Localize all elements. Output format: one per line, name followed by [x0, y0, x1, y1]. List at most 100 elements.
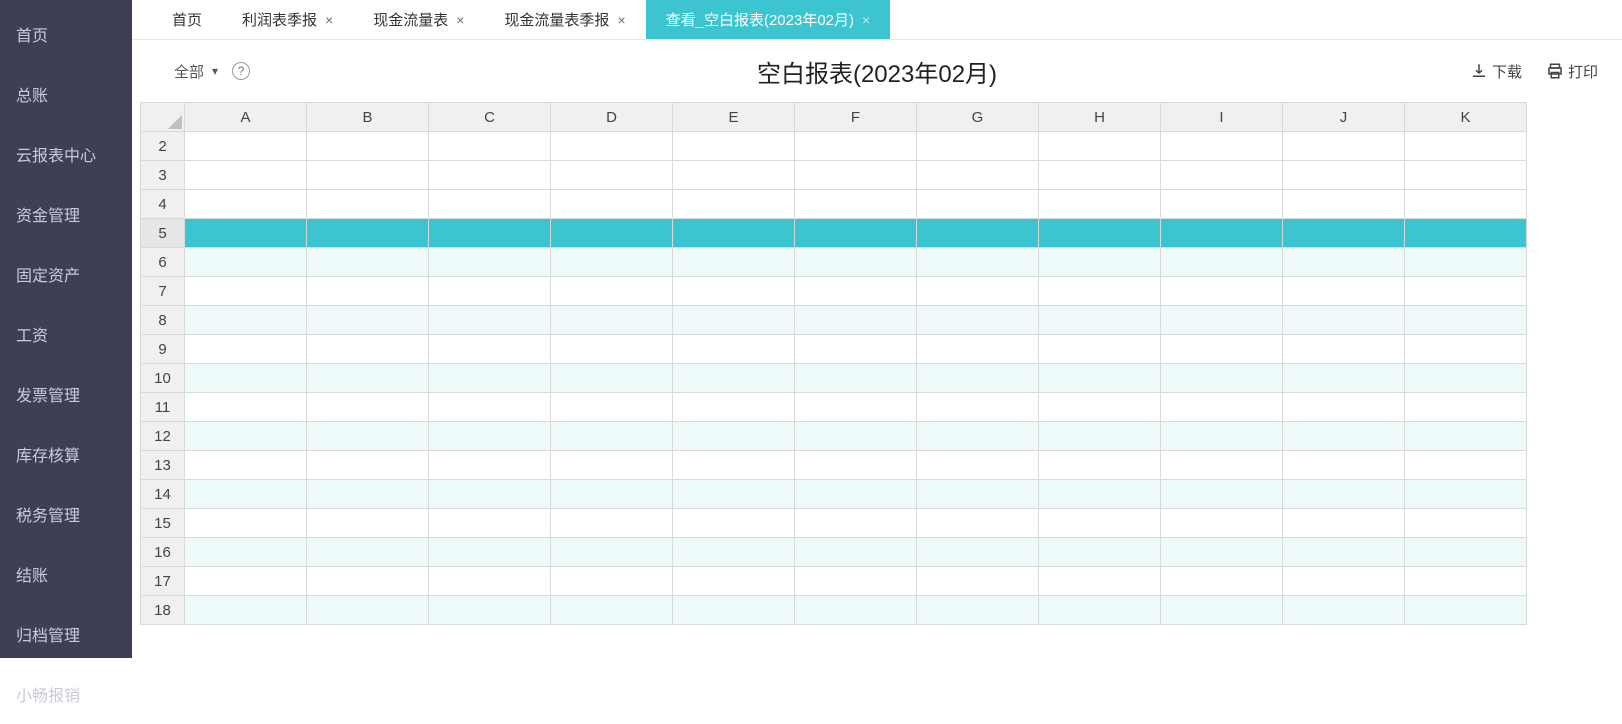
cell-H13[interactable] [1039, 451, 1161, 480]
cell-I11[interactable] [1161, 393, 1283, 422]
cell-K16[interactable] [1405, 538, 1527, 567]
cell-E18[interactable] [673, 596, 795, 625]
cell-C9[interactable] [429, 335, 551, 364]
sidebar-item-6[interactable]: 发票管理 [0, 364, 132, 424]
cell-F12[interactable] [795, 422, 917, 451]
row-header-10[interactable]: 10 [141, 364, 185, 393]
column-header-C[interactable]: C [429, 103, 551, 132]
cell-K9[interactable] [1405, 335, 1527, 364]
column-header-K[interactable]: K [1405, 103, 1527, 132]
cell-H12[interactable] [1039, 422, 1161, 451]
cell-D9[interactable] [551, 335, 673, 364]
cell-A5[interactable] [185, 219, 307, 248]
cell-F11[interactable] [795, 393, 917, 422]
cell-H7[interactable] [1039, 277, 1161, 306]
cell-D8[interactable] [551, 306, 673, 335]
cell-J12[interactable] [1283, 422, 1405, 451]
cell-K5[interactable] [1405, 219, 1527, 248]
cell-E16[interactable] [673, 538, 795, 567]
help-icon[interactable]: ? [232, 62, 250, 80]
cell-C7[interactable] [429, 277, 551, 306]
row-header-4[interactable]: 4 [141, 190, 185, 219]
sidebar-item-1[interactable]: 总账 [0, 64, 132, 124]
cell-H18[interactable] [1039, 596, 1161, 625]
row-header-3[interactable]: 3 [141, 161, 185, 190]
cell-D12[interactable] [551, 422, 673, 451]
row-header-15[interactable]: 15 [141, 509, 185, 538]
cell-B4[interactable] [307, 190, 429, 219]
cell-D11[interactable] [551, 393, 673, 422]
cell-B10[interactable] [307, 364, 429, 393]
cell-A11[interactable] [185, 393, 307, 422]
sidebar-item-11[interactable]: 小畅报销 [0, 664, 132, 724]
cell-H9[interactable] [1039, 335, 1161, 364]
column-header-J[interactable]: J [1283, 103, 1405, 132]
cell-C14[interactable] [429, 480, 551, 509]
cell-I18[interactable] [1161, 596, 1283, 625]
cell-C5[interactable] [429, 219, 551, 248]
print-button[interactable]: 打印 [1546, 61, 1598, 82]
cell-A4[interactable] [185, 190, 307, 219]
row-header-16[interactable]: 16 [141, 538, 185, 567]
row-header-17[interactable]: 17 [141, 567, 185, 596]
cell-D15[interactable] [551, 509, 673, 538]
row-header-6[interactable]: 6 [141, 248, 185, 277]
cell-B8[interactable] [307, 306, 429, 335]
cell-H5[interactable] [1039, 219, 1161, 248]
cell-J4[interactable] [1283, 190, 1405, 219]
cell-B6[interactable] [307, 248, 429, 277]
row-header-7[interactable]: 7 [141, 277, 185, 306]
cell-D5[interactable] [551, 219, 673, 248]
cell-K18[interactable] [1405, 596, 1527, 625]
cell-A17[interactable] [185, 567, 307, 596]
cell-B5[interactable] [307, 219, 429, 248]
cell-D14[interactable] [551, 480, 673, 509]
cell-C15[interactable] [429, 509, 551, 538]
column-header-H[interactable]: H [1039, 103, 1161, 132]
column-header-B[interactable]: B [307, 103, 429, 132]
cell-J11[interactable] [1283, 393, 1405, 422]
cell-A8[interactable] [185, 306, 307, 335]
cell-A7[interactable] [185, 277, 307, 306]
cell-D13[interactable] [551, 451, 673, 480]
row-header-9[interactable]: 9 [141, 335, 185, 364]
cell-B17[interactable] [307, 567, 429, 596]
cell-H14[interactable] [1039, 480, 1161, 509]
cell-B9[interactable] [307, 335, 429, 364]
cell-H17[interactable] [1039, 567, 1161, 596]
cell-K3[interactable] [1405, 161, 1527, 190]
filter-dropdown[interactable]: 全部 ▾ ? [174, 61, 250, 82]
cell-B11[interactable] [307, 393, 429, 422]
cell-J2[interactable] [1283, 132, 1405, 161]
cell-I3[interactable] [1161, 161, 1283, 190]
sidebar-item-0[interactable]: 首页 [0, 4, 132, 64]
cell-B16[interactable] [307, 538, 429, 567]
cell-C16[interactable] [429, 538, 551, 567]
cell-D6[interactable] [551, 248, 673, 277]
cell-G16[interactable] [917, 538, 1039, 567]
column-header-D[interactable]: D [551, 103, 673, 132]
cell-G4[interactable] [917, 190, 1039, 219]
cell-K17[interactable] [1405, 567, 1527, 596]
cell-K15[interactable] [1405, 509, 1527, 538]
cell-E3[interactable] [673, 161, 795, 190]
cell-J10[interactable] [1283, 364, 1405, 393]
cell-G2[interactable] [917, 132, 1039, 161]
row-header-14[interactable]: 14 [141, 480, 185, 509]
cell-D4[interactable] [551, 190, 673, 219]
cell-C8[interactable] [429, 306, 551, 335]
cell-F7[interactable] [795, 277, 917, 306]
cell-G11[interactable] [917, 393, 1039, 422]
cell-G7[interactable] [917, 277, 1039, 306]
row-header-11[interactable]: 11 [141, 393, 185, 422]
cell-I12[interactable] [1161, 422, 1283, 451]
cell-I5[interactable] [1161, 219, 1283, 248]
cell-D17[interactable] [551, 567, 673, 596]
cell-E8[interactable] [673, 306, 795, 335]
sidebar-item-2[interactable]: 云报表中心 [0, 124, 132, 184]
cell-H3[interactable] [1039, 161, 1161, 190]
row-header-13[interactable]: 13 [141, 451, 185, 480]
cell-D18[interactable] [551, 596, 673, 625]
cell-A14[interactable] [185, 480, 307, 509]
cell-G18[interactable] [917, 596, 1039, 625]
